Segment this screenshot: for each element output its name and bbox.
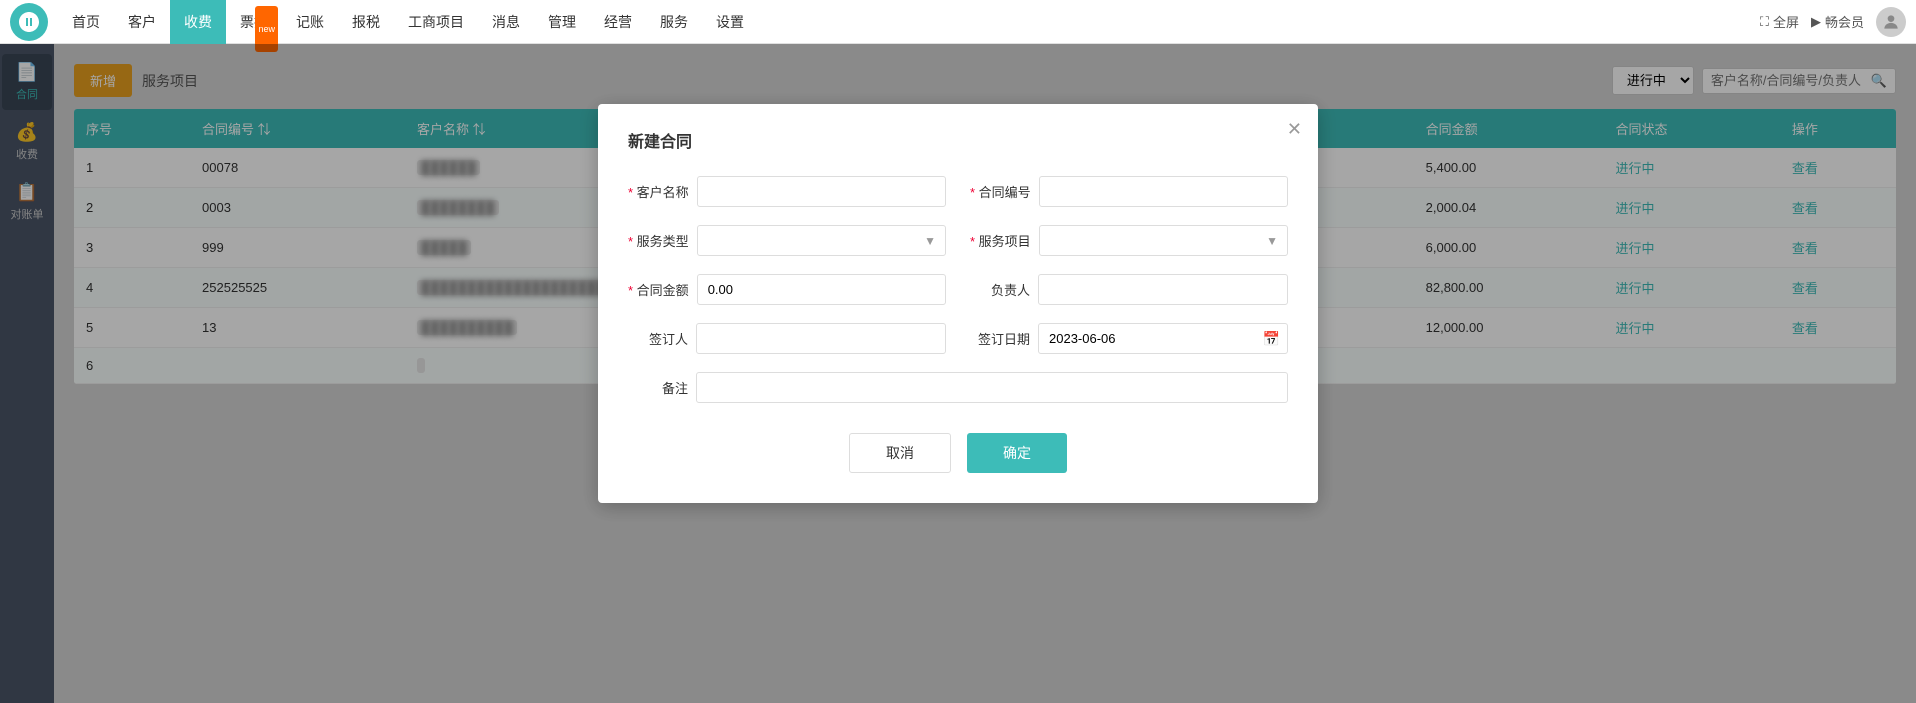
contract-amount-input[interactable] [697,274,946,305]
nav-business[interactable]: 工商项目 [394,0,478,44]
form-row-3: 合同金额 负责人 [628,274,1288,305]
sign-date-input[interactable] [1038,323,1288,354]
sign-date-label: 签订日期 [970,329,1030,348]
nav-manage[interactable]: 管理 [534,0,590,44]
calendar-icon[interactable]: 📅 [1263,330,1280,347]
nav-tax[interactable]: 报税 [338,0,394,44]
signer-input[interactable] [696,323,946,354]
responsible-person-field: 负责人 [970,274,1288,305]
service-type-select-wrap: ▼ [697,225,946,256]
avatar[interactable] [1876,7,1906,37]
customer-name-label: 客户名称 [628,182,689,201]
top-nav: 首页 客户 收费 票据 new 记账 报税 工商项目 消息 管理 经营 服务 设… [0,0,1916,44]
contract-no-label: 合同编号 [970,182,1031,201]
cancel-button[interactable]: 取消 [849,433,951,473]
signer-label: 签订人 [628,329,688,348]
new-contract-modal: 新建合同 ✕ 客户名称 合同编号 服务类型 ▼ 服务项目 [598,104,1318,503]
form-row-5: 备注 [628,372,1288,403]
contract-no-input[interactable] [1039,176,1288,207]
service-type-field: 服务类型 ▼ [628,225,946,256]
nav-message[interactable]: 消息 [478,0,534,44]
notes-label: 备注 [628,378,688,397]
customer-name-field: 客户名称 [628,176,946,207]
modal-close-button[interactable]: ✕ [1287,120,1302,138]
sign-date-input-wrap: 📅 [1038,323,1288,354]
service-type-label: 服务类型 [628,231,689,250]
responsible-person-input[interactable] [1038,274,1288,305]
nav-operation[interactable]: 经营 [590,0,646,44]
member-button[interactable]: ▶ 畅会员 [1811,12,1864,31]
contract-no-field: 合同编号 [970,176,1288,207]
notes-input[interactable] [696,372,1288,403]
nav-home[interactable]: 首页 [58,0,114,44]
contract-amount-field: 合同金额 [628,274,946,305]
form-row-4: 签订人 签订日期 📅 [628,323,1288,354]
responsible-person-label: 负责人 [970,280,1030,299]
service-item-select-wrap: ▼ [1039,225,1288,256]
service-type-select[interactable] [697,225,946,256]
notes-field: 备注 [628,372,1288,403]
form-row-2: 服务类型 ▼ 服务项目 ▼ [628,225,1288,256]
fullscreen-icon: ⛶ [1760,14,1769,30]
customer-name-input[interactable] [697,176,946,207]
nav-customer[interactable]: 客户 [114,0,170,44]
sign-date-field: 签订日期 📅 [970,323,1288,354]
nav-settings[interactable]: 设置 [702,0,758,44]
modal-footer: 取消 确定 [628,433,1288,473]
form-row-1: 客户名称 合同编号 [628,176,1288,207]
nav-items: 首页 客户 收费 票据 new 记账 报税 工商项目 消息 管理 经营 服务 设… [58,0,1760,44]
logo[interactable] [10,3,48,41]
contract-amount-label: 合同金额 [628,280,689,299]
nav-billing[interactable]: 收费 [170,0,226,44]
nav-service[interactable]: 服务 [646,0,702,44]
service-item-field: 服务项目 ▼ [970,225,1288,256]
service-item-label: 服务项目 [970,231,1031,250]
nav-accounting[interactable]: 记账 [282,0,338,44]
nav-invoice[interactable]: 票据 new [226,0,282,44]
nav-right: ⛶ 全屏 ▶ 畅会员 [1760,7,1906,37]
fullscreen-button[interactable]: ⛶ 全屏 [1760,12,1799,31]
modal-overlay: 新建合同 ✕ 客户名称 合同编号 服务类型 ▼ 服务项目 [0,44,1916,703]
signer-field: 签订人 [628,323,946,354]
service-item-select[interactable] [1039,225,1288,256]
member-icon: ▶ [1811,14,1821,30]
modal-title: 新建合同 [628,128,1288,152]
confirm-button[interactable]: 确定 [967,433,1067,473]
